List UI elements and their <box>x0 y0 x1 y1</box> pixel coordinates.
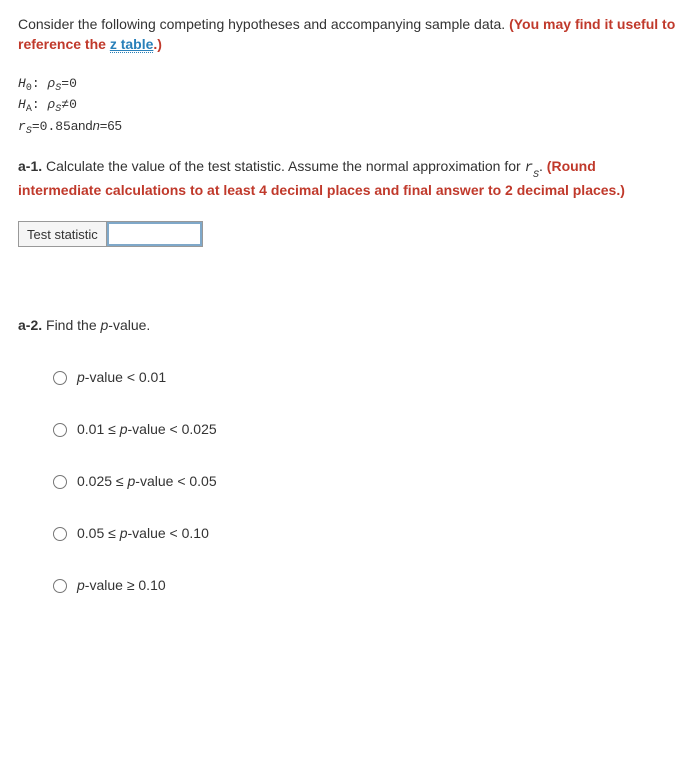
option-1-label: p-value < 0.01 <box>77 369 166 385</box>
option-2[interactable]: 0.01 ≤ p-value < 0.025 <box>48 420 676 437</box>
option-5-radio[interactable] <box>53 579 67 593</box>
ha-row: HA: ρS ≠ 0 <box>18 95 676 116</box>
a2-label: a-2. <box>18 317 42 333</box>
h0-row: H0: ρS = 0 <box>18 74 676 95</box>
option-3-radio[interactable] <box>53 475 67 489</box>
option-2-radio[interactable] <box>53 423 67 437</box>
option-5[interactable]: p-value ≥ 0.10 <box>48 576 676 593</box>
option-4[interactable]: 0.05 ≤ p-value < 0.10 <box>48 524 676 541</box>
intro-plain: Consider the following competing hypothe… <box>18 16 509 32</box>
a1-label: a-1. <box>18 158 42 174</box>
test-statistic-table: Test statistic <box>18 221 203 247</box>
intro-text: Consider the following competing hypothe… <box>18 15 676 54</box>
test-statistic-input[interactable] <box>107 222 202 246</box>
option-4-label: 0.05 ≤ p-value < 0.10 <box>77 525 209 541</box>
test-statistic-input-cell <box>106 222 202 247</box>
rs-row: rS = 0.85 and n = 65 <box>18 116 676 138</box>
option-3[interactable]: 0.025 ≤ p-value < 0.05 <box>48 472 676 489</box>
option-2-label: 0.01 ≤ p-value < 0.025 <box>77 421 217 437</box>
option-4-radio[interactable] <box>53 527 67 541</box>
hypotheses-block: H0: ρS = 0 HA: ρS ≠ 0 rS = 0.85 and n = … <box>18 74 676 137</box>
z-table-link[interactable]: z table <box>110 36 154 53</box>
option-1[interactable]: p-value < 0.01 <box>48 368 676 385</box>
test-statistic-label: Test statistic <box>19 222 107 247</box>
option-1-radio[interactable] <box>53 371 67 385</box>
options-list: p-value < 0.01 0.01 ≤ p-value < 0.025 0.… <box>18 368 676 593</box>
question-a1: a-1. Calculate the value of the test sta… <box>18 156 676 202</box>
question-a2: a-2. Find the p-value. <box>18 317 676 333</box>
option-5-label: p-value ≥ 0.10 <box>77 577 166 593</box>
question-a2-section: a-2. Find the p-value. p-value < 0.01 0.… <box>18 317 676 593</box>
option-3-label: 0.025 ≤ p-value < 0.05 <box>77 473 217 489</box>
